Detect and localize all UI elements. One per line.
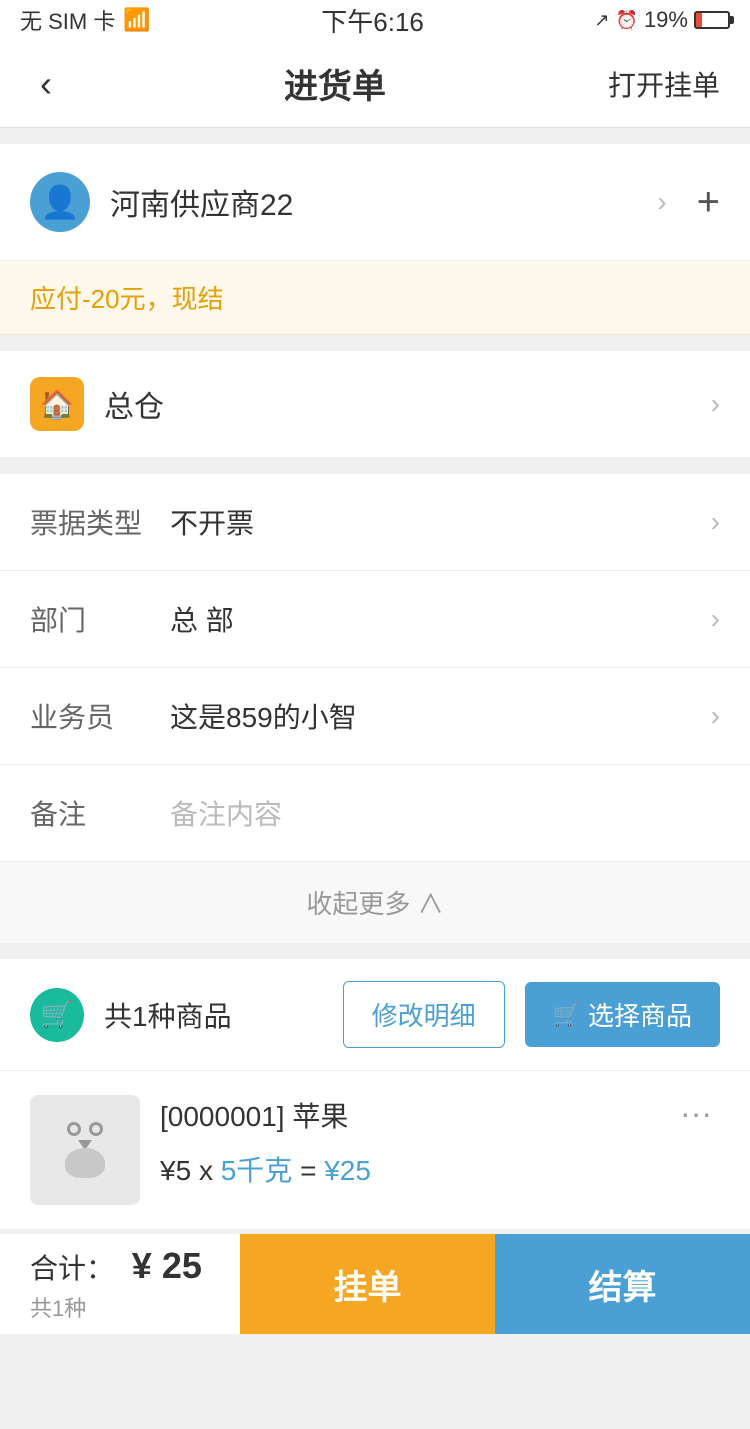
select-product-button[interactable]: 🛒 选择商品 (525, 982, 720, 1047)
price-value: ¥5 (160, 1155, 191, 1186)
product-more-button[interactable]: ··· (672, 1095, 720, 1132)
chevron-right-icon: › (711, 506, 720, 538)
product-price: ¥5 x 5千克 = ¥25 (160, 1149, 652, 1189)
warehouse-row[interactable]: 🏠 总仓 › (0, 351, 750, 457)
salesperson-value: 这是859的小智 (150, 696, 711, 736)
department-label: 部门 (30, 599, 150, 639)
back-button[interactable]: ‹ (30, 53, 62, 115)
total-value: ¥25 (324, 1155, 371, 1186)
salesperson-label: 业务员 (30, 696, 150, 736)
alarm-icon: ⏰ (616, 10, 638, 31)
remark-row[interactable]: 备注 备注内容 (0, 764, 750, 861)
products-icon: 🛒 (30, 988, 84, 1042)
divider-4 (0, 943, 750, 959)
qty-value: 5千克 (221, 1155, 293, 1186)
count-label: 共1种 (30, 1291, 210, 1323)
product-title-text: 苹果 (292, 1101, 348, 1132)
product-info: [0000001] 苹果 ¥5 x 5千克 = ¥25 (160, 1095, 652, 1189)
product-thumbnail (30, 1095, 140, 1205)
total-label: 合计： (30, 1253, 114, 1284)
select-product-icon: 🛒 (553, 1002, 580, 1028)
avatar-icon: 👤 (40, 183, 80, 221)
product-name: [0000001] 苹果 (160, 1095, 652, 1135)
supplier-row[interactable]: 👤 河南供应商22 › + (0, 144, 750, 261)
checkout-button[interactable]: 结算 (495, 1234, 750, 1334)
salesperson-row[interactable]: 业务员 这是859的小智 › (0, 667, 750, 764)
divider-2 (0, 335, 750, 351)
price-x: x (199, 1155, 221, 1186)
status-left: 无 SIM 卡 📶 (20, 4, 151, 36)
collapse-button[interactable]: 收起更多 ∧ (0, 861, 750, 943)
warehouse-name: 总仓 (104, 382, 711, 426)
price-eq: = (300, 1155, 324, 1186)
department-value: 总 部 (150, 599, 711, 639)
chevron-right-icon: › (711, 603, 720, 635)
chevron-right-icon: › (657, 186, 666, 218)
battery-percent: 19% (644, 7, 688, 33)
open-hang-button[interactable]: 打开挂单 (608, 64, 720, 104)
invoice-type-value: 不开票 (150, 502, 711, 542)
edit-detail-button[interactable]: 修改明细 (343, 981, 505, 1048)
chevron-right-icon: › (711, 388, 720, 420)
carrier-label: 无 SIM 卡 (20, 4, 115, 36)
products-count-label: 共1种商品 (104, 995, 323, 1035)
divider-1 (0, 128, 750, 144)
supplier-name: 河南供应商22 (110, 180, 657, 224)
invoice-type-row[interactable]: 票据类型 不开票 › (0, 473, 750, 570)
fields-section: 票据类型 不开票 › 部门 总 部 › 业务员 这是859的小智 › 备注 备注… (0, 473, 750, 943)
chevron-right-icon: › (711, 700, 720, 732)
nav-bar: ‹ 进货单 打开挂单 (0, 40, 750, 128)
status-bar: 无 SIM 卡 📶 下午6:16 ↗ ⏰ 19% (0, 0, 750, 40)
page-title: 进货单 (284, 59, 386, 108)
divider-3 (0, 457, 750, 473)
remark-input[interactable]: 备注内容 (150, 793, 720, 833)
invoice-type-label: 票据类型 (30, 502, 150, 542)
battery-icon (694, 11, 730, 29)
remark-label: 备注 (30, 793, 150, 833)
bottom-actions: 合计： ¥ 25 共1种 挂单 结算 (0, 1234, 750, 1334)
owl-logo-icon (65, 1122, 105, 1178)
products-section: 🛒 共1种商品 修改明细 🛒 选择商品 [0000001] 苹果 (0, 959, 750, 1229)
product-code: [0000001] (160, 1101, 285, 1132)
shop-icon: 🏠 (40, 388, 75, 421)
select-product-label: 选择商品 (588, 996, 692, 1033)
total-amount: ¥ 25 (132, 1245, 202, 1286)
department-row[interactable]: 部门 总 部 › (0, 570, 750, 667)
status-right: ↗ ⏰ 19% (594, 7, 730, 33)
warehouse-section: 🏠 总仓 › (0, 351, 750, 457)
products-header: 🛒 共1种商品 修改明细 🛒 选择商品 (0, 959, 750, 1070)
total-summary: 合计： ¥ 25 (30, 1245, 210, 1287)
notice-bar: 应付-20元，现结 (0, 261, 750, 335)
footer-summary: 合计： ¥ 25 共1种 (0, 1234, 240, 1334)
collapse-label: 收起更多 ∧ (306, 884, 443, 921)
add-supplier-button[interactable]: + (697, 182, 720, 222)
wifi-icon: 📶 (123, 7, 150, 33)
location-icon: ↗ (594, 10, 609, 31)
product-item: [0000001] 苹果 ¥5 x 5千克 = ¥25 ··· (0, 1070, 750, 1229)
cart-icon: 🛒 (41, 999, 73, 1030)
warehouse-icon: 🏠 (30, 377, 84, 431)
time-label: 下午6:16 (321, 2, 424, 39)
supplier-section: 👤 河南供应商22 › + 应付-20元，现结 (0, 144, 750, 335)
avatar: 👤 (30, 172, 90, 232)
hang-button[interactable]: 挂单 (240, 1234, 495, 1334)
